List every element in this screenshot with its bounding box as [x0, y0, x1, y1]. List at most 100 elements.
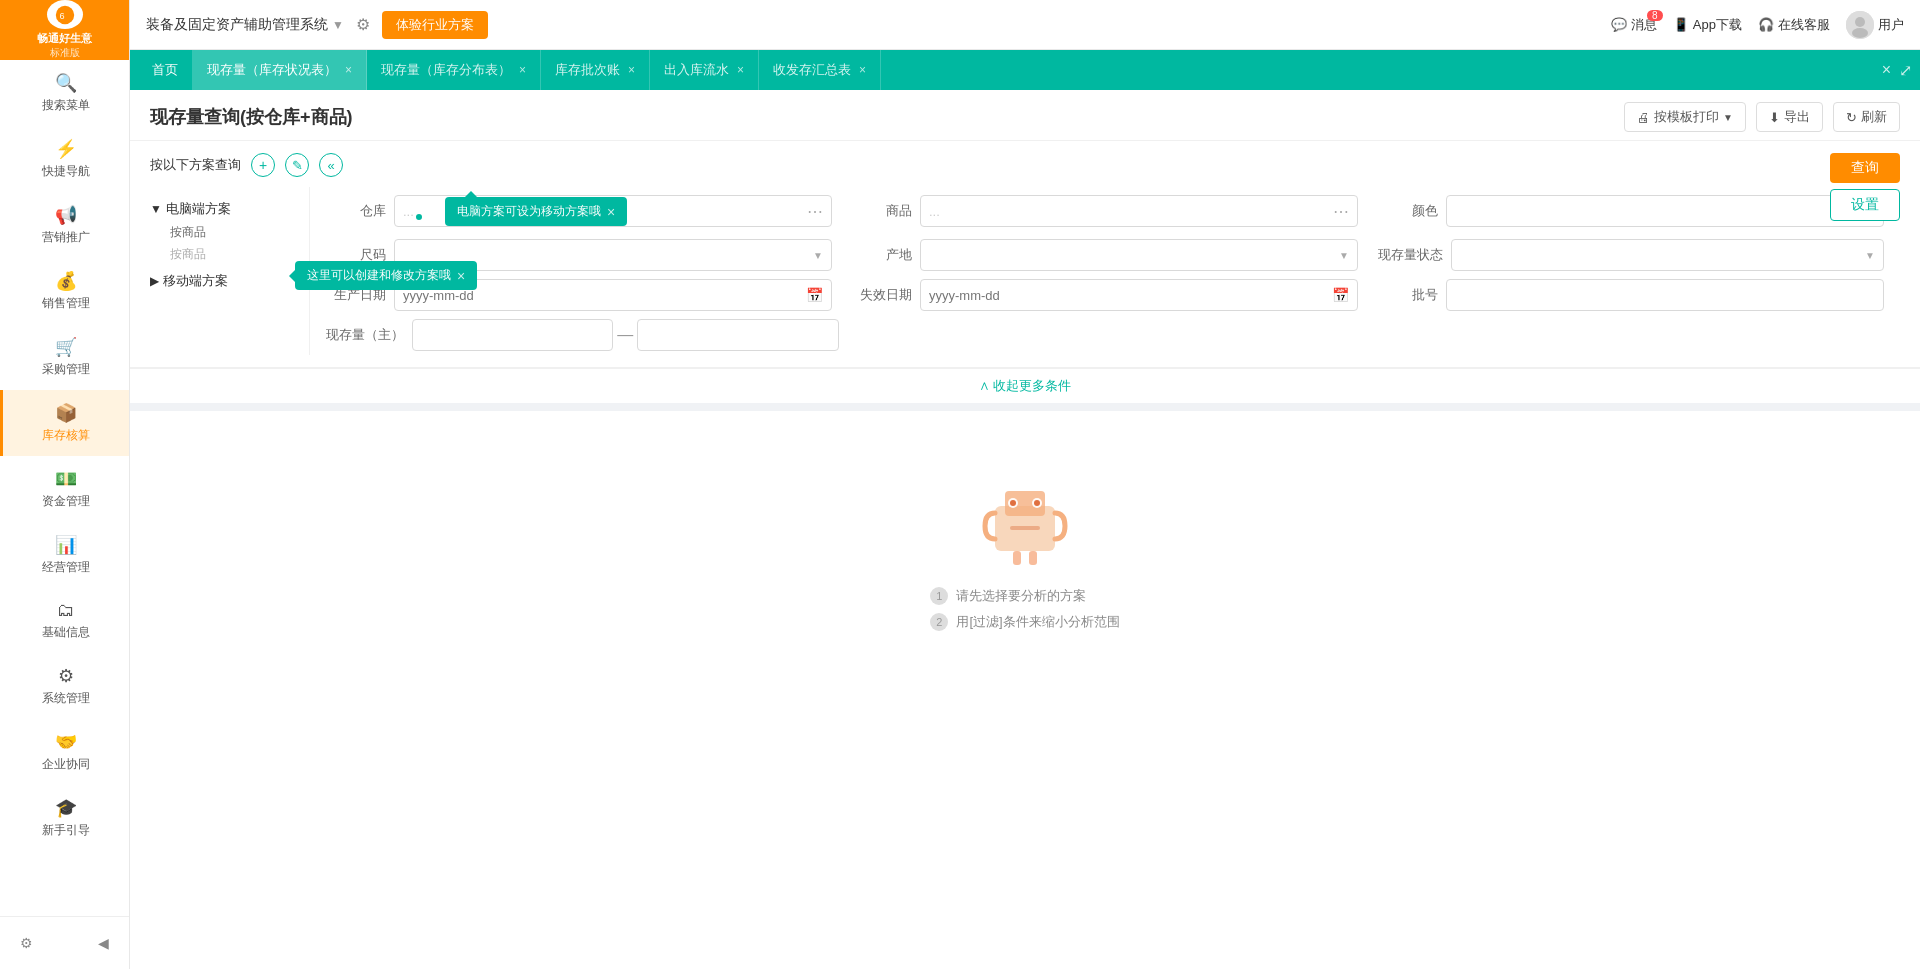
collapse-label: 收起更多条件	[993, 378, 1071, 393]
sidebar-item-system[interactable]: ⚙ 系统管理	[0, 653, 129, 719]
svg-point-4	[1852, 28, 1868, 38]
inventory-dist-tab-label: 现存量（库存分布表）	[381, 61, 511, 79]
tab-inventory-status[interactable]: 现存量（库存状况表） ×	[193, 50, 367, 90]
topbar-left: 装备及固定资产辅助管理系统 ▼ ⚙ 体验行业方案	[146, 11, 488, 39]
expire-date-input[interactable]	[921, 288, 1324, 303]
batch-account-tab-label: 库存批次账	[555, 61, 620, 79]
arrow-scheme-btn[interactable]: «	[319, 153, 343, 177]
dropdown-arrow-icon: ▼	[332, 18, 344, 32]
sidebar-item-purchase[interactable]: 🛒 采购管理	[0, 324, 129, 390]
message-btn[interactable]: 💬 消息 8	[1611, 16, 1657, 34]
message-badge: 8	[1647, 10, 1663, 21]
refresh-btn[interactable]: ↻ 刷新	[1833, 102, 1900, 132]
message-icon: 💬	[1611, 17, 1627, 32]
filter-row-4: 现存量（主） —	[326, 315, 1884, 355]
tip-text-2: 用[过滤]条件来缩小分析范围	[956, 613, 1119, 631]
color-label: 颜色	[1378, 202, 1438, 220]
section-divider	[130, 403, 1920, 411]
fullscreen-btn[interactable]: ⤢	[1899, 61, 1912, 80]
tooltip-close-2[interactable]: ×	[457, 268, 465, 284]
user-menu-btn[interactable]: 用户	[1846, 11, 1904, 39]
scheme-subitem-1[interactable]: 按商品	[150, 244, 309, 265]
app-label: App下载	[1693, 16, 1742, 34]
tab-receive-summary[interactable]: 收发存汇总表 ×	[759, 50, 881, 90]
origin-dropdown-icon: ▼	[1339, 250, 1349, 261]
sidebar-item-sales[interactable]: 💰 销售管理	[0, 258, 129, 324]
service-label: 在线客服	[1778, 16, 1830, 34]
solution-button[interactable]: 体验行业方案	[382, 11, 488, 39]
tabbar-right-actions: × ⤢	[1882, 61, 1912, 80]
reset-btn[interactable]: 设置	[1830, 189, 1900, 221]
collapse-sidebar-btn[interactable]: ◀	[87, 927, 119, 959]
empty-illustration	[975, 471, 1075, 571]
page-title: 现存量查询(按仓库+商品)	[150, 105, 353, 129]
desktop-scheme-title[interactable]: ▼ 电脑端方案	[150, 197, 309, 221]
sidebar-item-guide[interactable]: 🎓 新手引导	[0, 785, 129, 851]
expire-date-calendar-icon[interactable]: 📅	[1324, 287, 1357, 303]
size-dropdown-icon: ▼	[813, 250, 823, 261]
export-btn[interactable]: ⬇ 导出	[1756, 102, 1823, 132]
empty-state: 1 请先选择要分析的方案 2 用[过滤]条件来缩小分析范围	[130, 411, 1920, 691]
sidebar-item-marketing[interactable]: 📢 营销推广	[0, 192, 129, 258]
tooltip-close-1[interactable]: ×	[607, 204, 615, 220]
sidebar: 6 畅通好生意 标准版 🔍 搜索菜单 ⚡ 快捷导航 📢 营销推广 💰 销售管理 …	[0, 0, 130, 969]
system-icon: ⚙	[58, 665, 74, 687]
online-service-btn[interactable]: 🎧 在线客服	[1758, 16, 1830, 34]
tab-close-receive-summary[interactable]: ×	[859, 63, 866, 77]
scheme-item-goods[interactable]: 按商品	[150, 221, 309, 244]
headset-icon: 🎧	[1758, 17, 1774, 32]
tab-close-inventory-dist[interactable]: ×	[519, 63, 526, 77]
query-btn[interactable]: 查询	[1830, 153, 1900, 183]
app-download-btn[interactable]: 📱 App下载	[1673, 16, 1742, 34]
empty-tip-2: 2 用[过滤]条件来缩小分析范围	[930, 613, 1119, 631]
tab-batch-account[interactable]: 库存批次账 ×	[541, 50, 650, 90]
sidebar-item-finance[interactable]: 💵 资金管理	[0, 456, 129, 522]
mobile-scheme-arrow: ▶	[150, 274, 159, 288]
settings-footer-btn[interactable]: ⚙	[10, 927, 42, 959]
sidebar-item-search[interactable]: 🔍 搜索菜单	[0, 60, 129, 126]
tab-close-batch-account[interactable]: ×	[628, 63, 635, 77]
origin-filter: 产地 ▼	[852, 239, 1358, 271]
tab-inventory-dist[interactable]: 现存量（库存分布表） ×	[367, 50, 541, 90]
operations-icon: 📊	[55, 534, 77, 556]
tab-close-inventory-status[interactable]: ×	[345, 63, 352, 77]
tooltip-create-scheme: 这里可以创建和修改方案哦 ×	[295, 261, 477, 290]
stock-qty-max-input[interactable]	[637, 319, 838, 351]
inventory-icon: 📦	[55, 402, 77, 424]
tab-close-in-out-flow[interactable]: ×	[737, 63, 744, 77]
search-icon: 🔍	[55, 72, 77, 94]
tab-home[interactable]: 首页	[138, 50, 193, 90]
add-scheme-btn[interactable]: +	[251, 153, 275, 177]
template-print-btn[interactable]: 🖨 按模板打印 ▼	[1624, 102, 1746, 132]
system-name-dropdown[interactable]: 装备及固定资产辅助管理系统 ▼	[146, 16, 344, 34]
purchase-icon: 🛒	[55, 336, 77, 358]
chevron-down-icon: ▼	[1723, 112, 1733, 123]
expire-date-input-wrapper[interactable]: 📅	[920, 279, 1358, 311]
close-all-tabs-btn[interactable]: ×	[1882, 61, 1891, 80]
sidebar-item-inventory[interactable]: 📦 库存核算	[0, 390, 129, 456]
sidebar-item-enterprise[interactable]: 🤝 企业协同	[0, 719, 129, 785]
batch-filter: 批号	[1378, 279, 1884, 311]
sidebar-item-operations[interactable]: 📊 经营管理	[0, 522, 129, 588]
tab-in-out-flow[interactable]: 出入库流水 ×	[650, 50, 759, 90]
settings-icon[interactable]: ⚙	[356, 15, 370, 34]
query-action-btns: 查询 设置	[1830, 153, 1900, 221]
finance-icon: 💵	[55, 468, 77, 490]
filter-row-2: 尺码 ▼ 产地 ▼	[326, 235, 1884, 275]
collapse-bar[interactable]: ∧ 收起更多条件	[130, 368, 1920, 403]
tooltip-text-2: 这里可以创建和修改方案哦	[307, 267, 451, 284]
sidebar-item-basic-info[interactable]: 🗂 基础信息	[0, 588, 129, 653]
sidebar-item-quick-nav[interactable]: ⚡ 快捷导航	[0, 126, 129, 192]
logo-icon: 6	[47, 0, 83, 29]
basic-info-icon: 🗂	[57, 600, 75, 621]
edit-scheme-btn[interactable]: ✎	[285, 153, 309, 177]
warehouse-more-icon: ⋯	[807, 202, 823, 221]
marketing-icon: 📢	[55, 204, 77, 226]
query-area: 按以下方案查询 + ✎ « ▼ 电脑端方案	[130, 141, 1920, 368]
stock-qty-min-input[interactable]	[412, 319, 613, 351]
stock-qty-filter: 现存量（主） —	[326, 319, 839, 351]
batch-label: 批号	[1378, 286, 1438, 304]
warehouse-label: 仓库	[326, 202, 386, 220]
prod-date-calendar-icon[interactable]: 📅	[798, 287, 831, 303]
batch-input[interactable]	[1446, 279, 1884, 311]
